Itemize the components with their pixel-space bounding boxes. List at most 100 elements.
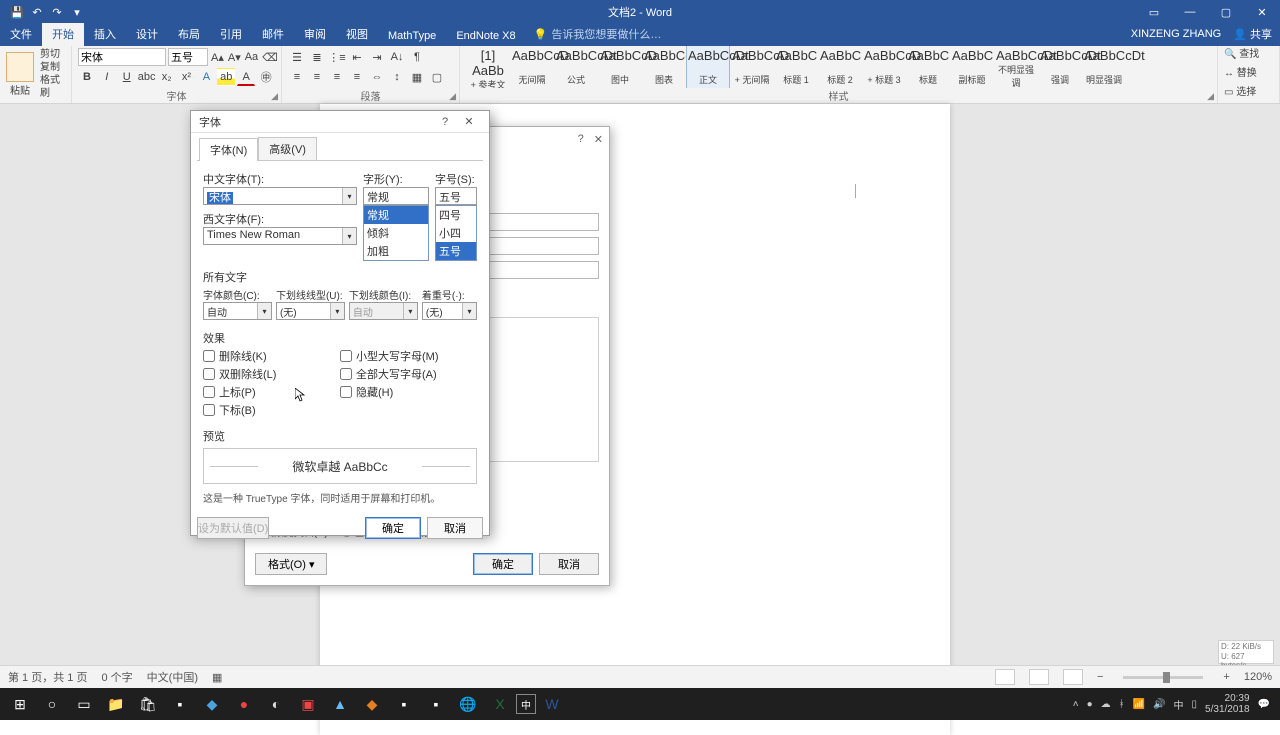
chk-dstrike[interactable]: 双删除线(L) (203, 366, 340, 382)
paragraph-launcher-icon[interactable]: ◢ (449, 91, 456, 102)
zoom-in-icon[interactable]: + (1223, 671, 1229, 683)
back-dialog-help-icon[interactable]: ? (578, 133, 584, 145)
copy-button[interactable]: 复制 (40, 61, 65, 74)
chk-allcaps[interactable]: 全部大写字母(A) (340, 366, 477, 382)
cn-font-combo[interactable]: 宋体 ▾ (203, 187, 357, 205)
shrink-font-icon[interactable]: A▾ (227, 48, 242, 66)
shading-icon[interactable]: ▦ (408, 68, 426, 86)
chk-sub[interactable]: 下标(B) (203, 402, 340, 418)
tab-view[interactable]: 视图 (336, 23, 378, 46)
store-icon[interactable]: 🛍 (132, 688, 164, 720)
underline-color-combo[interactable]: 自动▾ (349, 302, 418, 320)
font-cancel-button[interactable]: 取消 (427, 517, 483, 539)
chevron-down-icon[interactable]: ▾ (342, 228, 356, 244)
cortana-icon[interactable]: ○ (36, 688, 68, 720)
app-icon-6[interactable]: ◆ (356, 688, 388, 720)
taskview-icon[interactable]: ▭ (68, 688, 100, 720)
zoom-value[interactable]: 120% (1244, 671, 1272, 683)
tab-file[interactable]: 文件 (0, 23, 42, 46)
app-icon-4[interactable]: ▣ (292, 688, 324, 720)
size-opt-2[interactable]: 五号 (436, 242, 476, 260)
start-icon[interactable]: ⊞ (4, 688, 36, 720)
back-dialog-close-icon[interactable]: ✕ (594, 133, 603, 146)
redo-icon[interactable]: ↷ (50, 5, 64, 19)
select-button[interactable]: ▭ 选择 (1224, 86, 1256, 99)
tray-notif-icon[interactable]: 💬 (1258, 699, 1270, 710)
style-item-9[interactable]: AaBbCcD+ 标题 3 (862, 46, 906, 88)
tray-cloud-icon[interactable]: ☁ (1101, 699, 1111, 710)
status-macro-icon[interactable]: ▦ (212, 671, 222, 684)
format-painter-button[interactable]: 格式刷 (40, 74, 65, 100)
underline-icon[interactable]: U (118, 68, 136, 86)
undo-icon[interactable]: ↶ (30, 5, 44, 19)
style-item-12[interactable]: AaBbCcDt不明显强调 (994, 46, 1038, 88)
user-name[interactable]: XINZENG ZHANG (1131, 28, 1221, 40)
bold-icon[interactable]: B (78, 68, 96, 86)
size-opt-1[interactable]: 小四 (436, 224, 476, 242)
line-spacing-icon[interactable]: ↕ (388, 68, 406, 86)
clear-format-icon[interactable]: ⌫ (261, 48, 279, 66)
font-dialog-close-icon[interactable]: ✕ (457, 115, 481, 128)
tab-design[interactable]: 设计 (126, 23, 168, 46)
tab-insert[interactable]: 插入 (84, 23, 126, 46)
highlight-icon[interactable]: ab (217, 68, 235, 86)
font-tab-advanced[interactable]: 高级(V) (258, 137, 317, 160)
ribbon-options-icon[interactable]: ▭ (1136, 0, 1172, 24)
style-item-5[interactable]: AaBbCcDt正文 (686, 46, 730, 88)
style-item-2[interactable]: AaBbCcDt公式 (554, 46, 598, 88)
back-ok-button[interactable]: 确定 (473, 553, 533, 575)
size-input[interactable]: 五号 (435, 187, 477, 205)
terminal-icon[interactable]: ▪ (164, 688, 196, 720)
superscript-icon[interactable]: x² (178, 68, 196, 86)
view-print-icon[interactable] (1029, 669, 1049, 685)
show-marks-icon[interactable]: ¶ (408, 48, 426, 66)
tab-review[interactable]: 审阅 (294, 23, 336, 46)
back-cancel-button[interactable]: 取消 (539, 553, 599, 575)
change-case-icon[interactable]: Aa (244, 48, 259, 66)
find-button[interactable]: 🔍 查找 (1224, 48, 1259, 61)
font-launcher-icon[interactable]: ◢ (271, 91, 278, 102)
tray-net-icon[interactable]: 📶 (1133, 699, 1145, 710)
tray-batt-icon[interactable]: ▯ (1192, 699, 1198, 710)
chk-super[interactable]: 上标(P) (203, 384, 340, 400)
font-size-combo[interactable] (168, 48, 208, 66)
style-item-0[interactable]: [1] AaBb+ 参考文献 (466, 46, 510, 88)
status-page[interactable]: 第 1 页，共 1 页 (8, 669, 87, 685)
style-item-1[interactable]: AaBbCcD无间隔 (510, 46, 554, 88)
align-left-icon[interactable]: ≡ (288, 68, 306, 86)
phonetic-icon[interactable]: ㊥ (257, 68, 275, 86)
numbering-icon[interactable]: ≣ (308, 48, 326, 66)
distribute-icon[interactable]: ⇔ (368, 68, 386, 86)
close-icon[interactable]: ✕ (1244, 0, 1280, 24)
multilevel-icon[interactable]: ⋮≡ (328, 48, 346, 66)
style-opt-bold[interactable]: 加粗 (364, 242, 428, 260)
tell-me-search[interactable]: 💡 告诉我您想要做什么… (534, 26, 662, 46)
style-item-13[interactable]: AaBbCcDt强调 (1038, 46, 1082, 88)
save-icon[interactable]: 💾 (10, 5, 24, 19)
app-icon-2[interactable]: ● (228, 688, 260, 720)
grow-font-icon[interactable]: A▴ (210, 48, 225, 66)
borders-icon[interactable]: ▢ (428, 68, 446, 86)
app-icon-7[interactable]: ▪ (388, 688, 420, 720)
style-item-7[interactable]: AaBbC标题 1 (774, 46, 818, 88)
tray-ime-icon[interactable]: 中 (1174, 697, 1184, 712)
font-color-combo[interactable]: 自动▾ (203, 302, 272, 320)
west-font-combo[interactable]: Times New Roman ▾ (203, 227, 357, 245)
underline-combo[interactable]: (无)▾ (276, 302, 345, 320)
tray-vol-icon[interactable]: 🔊 (1153, 699, 1165, 710)
minimize-icon[interactable]: — (1172, 0, 1208, 24)
subscript-icon[interactable]: x₂ (158, 68, 176, 86)
tab-references[interactable]: 引用 (210, 23, 252, 46)
tray-bt-icon[interactable]: ᚼ (1119, 699, 1125, 710)
chevron-down-icon[interactable]: ▾ (342, 188, 356, 204)
tab-home[interactable]: 开始 (42, 23, 84, 46)
outdent-icon[interactable]: ⇤ (348, 48, 366, 66)
app-icon-8[interactable]: ▪ (420, 688, 452, 720)
strike-icon[interactable]: abc (138, 68, 156, 86)
size-opt-0[interactable]: 四号 (436, 206, 476, 224)
tab-layout[interactable]: 布局 (168, 23, 210, 46)
excel-icon[interactable]: X (484, 688, 516, 720)
bullets-icon[interactable]: ☰ (288, 48, 306, 66)
app-icon-5[interactable]: ▲ (324, 688, 356, 720)
style-item-8[interactable]: AaBbC标题 2 (818, 46, 862, 88)
